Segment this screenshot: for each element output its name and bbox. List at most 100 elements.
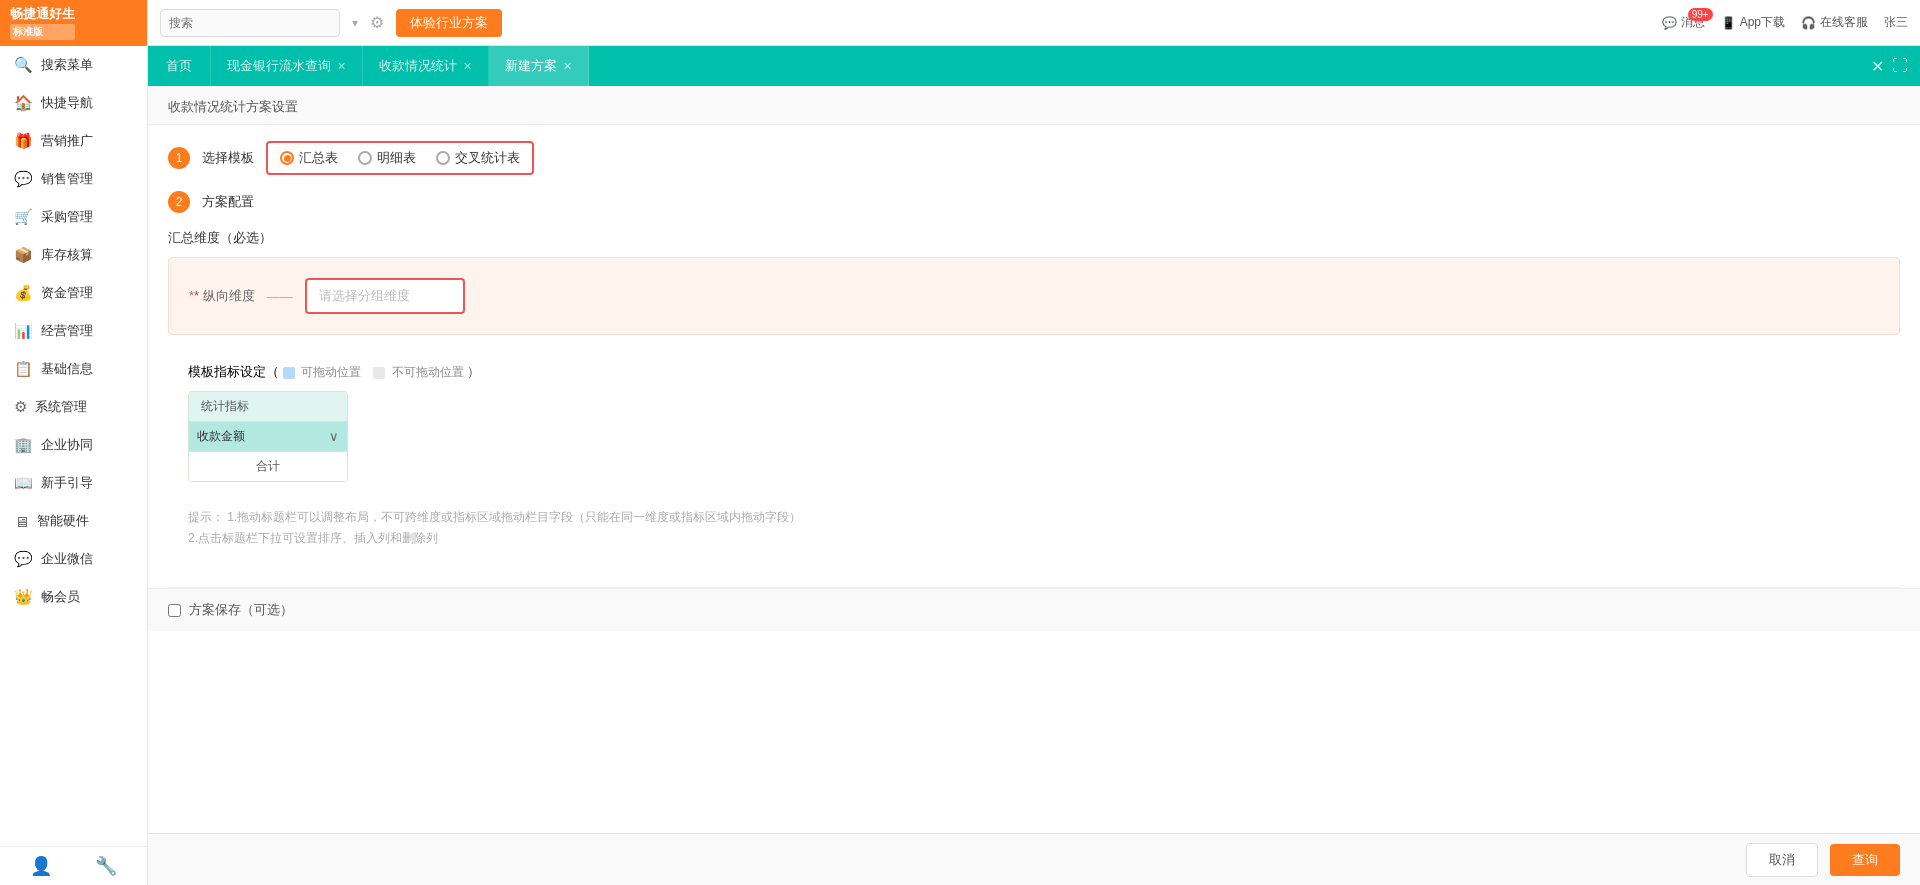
stat-table-header-label: 统计指标 [201,399,249,413]
footer-row: 方案保存（可选） [148,588,1920,631]
sidebar-item-wechat[interactable]: 💬 企业微信 [0,540,147,578]
save-plan-label: 方案保存（可选） [189,601,293,619]
step2-label: 方案配置 [202,193,254,211]
stat-table: 统计指标 收款金额 ∨ 合计 [188,391,348,482]
radio-detail[interactable]: 明细表 [358,149,416,167]
indicator-section: 模板指标设定（ 可拖动位置 不可拖动位置 ） 统计指标 [168,349,1900,499]
query-button[interactable]: 查询 [1830,844,1900,876]
sidebar-item-guide[interactable]: 📖 新手引导 [0,464,147,502]
app-download-label: App下载 [1740,14,1785,31]
tab-new-plan[interactable]: 新建方案 ✕ [489,46,589,86]
sidebar-item-basic-info[interactable]: 📋 基础信息 [0,350,147,388]
summary-dim-section: 汇总维度（必选） ** 纵向维度 —— 请选择分组维度 [168,229,1900,335]
sidebar-item-label: 新手引导 [41,474,93,492]
stat-row-dropdown-icon[interactable]: ∨ [329,429,339,444]
sidebar-item-purchase[interactable]: 🛒 采购管理 [0,198,147,236]
sidebar-item-label: 经营管理 [41,322,93,340]
logo-tag: 标准版 [10,24,75,40]
message-icon: 💬 [1662,16,1677,30]
sidebar-item-search-menu[interactable]: 🔍 搜索菜单 [0,46,147,84]
stat-table-cell: 合计 [189,452,347,481]
industry-plan-button[interactable]: 体验行业方案 [396,9,502,37]
dropdown-arrow-icon[interactable]: ▾ [352,16,358,30]
vertical-dim-label: ** 纵向维度 [189,287,255,305]
user-icon[interactable]: 👤 [30,855,52,877]
radio-detail-label: 明细表 [377,149,416,167]
stat-table-header: 统计指标 [189,392,347,422]
nav-tabs-actions: ✕ ⛶ [1871,57,1920,76]
content-area: 收款情况统计方案设置 1 选择模板 汇总表 明细表 [148,86,1920,833]
legend-draggable-dot [283,367,295,379]
sidebar-logo: 畅捷通好生 标准版 [0,0,147,46]
topbar-gear-icon[interactable]: ⚙ [370,13,384,32]
gear-icon: ⚙ [14,398,27,416]
search-menu-icon: 🔍 [14,56,33,74]
dim-config-panel: ** 纵向维度 —— 请选择分组维度 [168,257,1900,335]
sidebar-item-quick-nav[interactable]: 🏠 快捷导航 [0,84,147,122]
indicator-title-row: 模板指标设定（ 可拖动位置 不可拖动位置 ） [188,363,1880,381]
main-area: ▾ ⚙ 体验行业方案 💬 消息 99+ 📱 App下载 🎧 在线客服 张三 首页 [148,0,1920,885]
tab-collection-stats-close-icon[interactable]: ✕ [463,60,472,73]
page-header-title: 收款情况统计方案设置 [168,99,298,114]
tab-new-plan-close-icon[interactable]: ✕ [563,60,572,73]
sidebar-item-member[interactable]: 👑 畅会员 [0,578,147,616]
tab-bank-flow-label: 现金银行流水查询 [227,57,331,75]
form-section: 1 选择模板 汇总表 明细表 交叉统计表 [148,125,1920,587]
tips-section: 提示： 1.拖动标题栏可以调整布局，不可跨维度或指标区域拖动栏目字段（只能在同一… [168,499,1900,571]
tab-bank-flow-close-icon[interactable]: ✕ [337,60,346,73]
sales-icon: 💬 [14,170,33,188]
sidebar-item-finance[interactable]: 💰 资金管理 [0,274,147,312]
sidebar-item-hardware[interactable]: 🖥 智能硬件 [0,502,147,540]
sidebar-item-sales[interactable]: 💬 销售管理 [0,160,147,198]
radio-summary[interactable]: 汇总表 [280,149,338,167]
sidebar-item-label: 基础信息 [41,360,93,378]
gift-icon: 🎁 [14,132,33,150]
tab-home[interactable]: 首页 [148,46,211,86]
topbar: ▾ ⚙ 体验行业方案 💬 消息 99+ 📱 App下载 🎧 在线客服 张三 [148,0,1920,46]
box-icon: 📦 [14,246,33,264]
sidebar-item-system[interactable]: ⚙ 系统管理 [0,388,147,426]
sidebar-item-inventory[interactable]: 📦 库存核算 [0,236,147,274]
sidebar-item-label: 企业微信 [41,550,93,568]
building-icon: 🏢 [14,436,33,454]
message-item[interactable]: 💬 消息 99+ [1662,14,1705,31]
page-header: 收款情况统计方案设置 [148,86,1920,125]
save-plan-checkbox[interactable] [168,604,181,617]
service-icon: 🎧 [1801,16,1816,30]
legend-fixed-label: 不可拖动位置 [392,365,464,379]
message-badge: 99+ [1688,8,1713,21]
sidebar-bottom: 👤 🔧 [0,846,147,885]
sidebar-item-label: 搜索菜单 [41,56,93,74]
money-icon: 💰 [14,284,33,302]
settings-icon[interactable]: 🔧 [95,855,117,877]
tab-collection-stats-label: 收款情况统计 [379,57,457,75]
step2-badge: 2 [168,191,190,213]
legend-fixed-dot [373,367,385,379]
tab-collection-stats[interactable]: 收款情况统计 ✕ [363,46,489,86]
step1-badge: 1 [168,147,190,169]
online-service-item[interactable]: 🎧 在线客服 [1801,14,1868,31]
user-name: 张三 [1884,14,1908,31]
cancel-button[interactable]: 取消 [1746,843,1818,877]
expand-icon[interactable]: ⛶ [1892,57,1908,75]
sidebar-item-enterprise[interactable]: 🏢 企业协同 [0,426,147,464]
close-all-icon[interactable]: ✕ [1871,57,1884,76]
dim-select-input[interactable]: 请选择分组维度 [305,278,465,314]
sidebar-item-label: 采购管理 [41,208,93,226]
sidebar-item-marketing[interactable]: 🎁 营销推广 [0,122,147,160]
sidebar-item-label: 销售管理 [41,170,93,188]
crown-icon: 👑 [14,588,33,606]
online-service-label: 在线客服 [1820,14,1868,31]
radio-cross[interactable]: 交叉统计表 [436,149,520,167]
sidebar-item-operations[interactable]: 📊 经营管理 [0,312,147,350]
tab-bank-flow[interactable]: 现金银行流水查询 ✕ [211,46,363,86]
bottom-bar: 取消 查询 [148,833,1920,885]
app-download-item[interactable]: 📱 App下载 [1721,14,1785,31]
stat-table-row: 收款金额 ∨ [189,422,347,452]
radio-summary-label: 汇总表 [299,149,338,167]
legend-draggable-label: 可拖动位置 [301,365,361,379]
indicator-title: 模板指标设定（ 可拖动位置 不可拖动位置 ） [188,363,480,381]
radio-cross-label: 交叉统计表 [455,149,520,167]
search-input[interactable] [160,9,340,37]
arrow-line: —— [267,289,293,304]
